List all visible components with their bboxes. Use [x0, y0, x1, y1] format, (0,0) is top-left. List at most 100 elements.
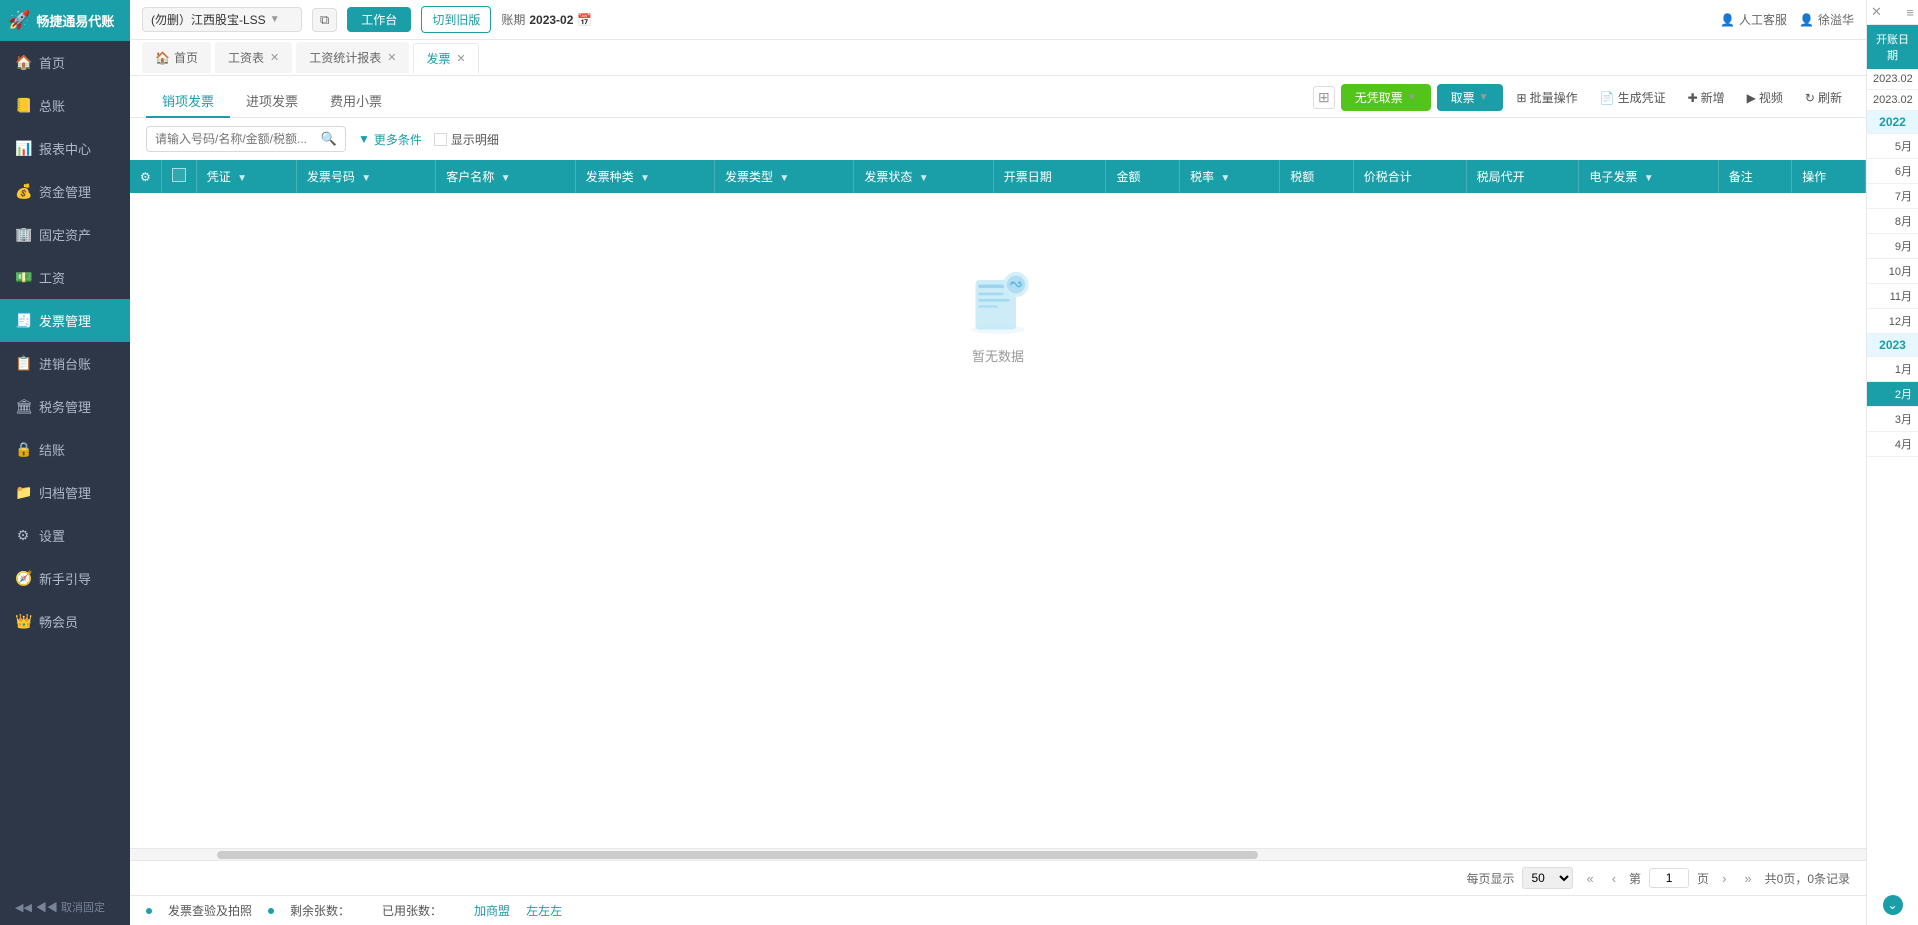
logo-text: 畅捷通易代账	[36, 11, 114, 30]
first-page-button[interactable]: «	[1581, 869, 1598, 888]
close-tab-salary-stats[interactable]: ✕	[387, 51, 396, 64]
tax-rate-filter-icon[interactable]: ▼	[1220, 173, 1230, 184]
no-invoice-button[interactable]: 无凭取票 ▼	[1341, 84, 1431, 111]
col-checkbox[interactable]	[161, 160, 196, 193]
header-right: 👤 人工客服 👤 徐溢华	[1720, 11, 1854, 28]
invoice-category-filter-icon[interactable]: ▼	[779, 173, 789, 184]
close-tab-salary-table[interactable]: ✕	[270, 51, 279, 64]
close-tab-invoices[interactable]: ✕	[456, 52, 465, 65]
sidebar-item-salary[interactable]: 💵 工资	[0, 256, 130, 299]
more-filter-button[interactable]: ▼ 更多条件	[358, 131, 422, 148]
tab-invoices[interactable]: 发票 ✕	[413, 43, 478, 74]
sidebar-item-label: 工资	[39, 268, 65, 287]
sidebar-item-sales[interactable]: 📋 进销台账	[0, 342, 130, 385]
right-panel-close-button[interactable]: ✕	[1871, 4, 1882, 20]
customer-filter-icon[interactable]: ▼	[501, 173, 511, 184]
sub-tab-sales-invoice[interactable]: 销项发票	[146, 85, 230, 118]
video-button[interactable]: ▶ 视频	[1739, 84, 1791, 111]
select-all-checkbox[interactable]	[172, 168, 186, 182]
sidebar-item-archive[interactable]: 📁 归档管理	[0, 471, 130, 514]
voucher-filter-icon[interactable]: ▼	[237, 173, 247, 184]
last-page-button[interactable]: »	[1739, 869, 1756, 888]
company-selector[interactable]: (勿删）江西股宝-LSS ▼	[142, 7, 302, 32]
prev-page-button[interactable]: ‹	[1607, 869, 1621, 888]
sidebar-item-member[interactable]: 👑 畅会员	[0, 600, 130, 643]
date-item-top-1[interactable]: 2023.02	[1867, 69, 1918, 90]
support-link[interactable]: 👤 人工客服	[1720, 11, 1787, 28]
year-2023-label: 2023	[1867, 334, 1918, 357]
month-10[interactable]: 10月	[1867, 259, 1918, 284]
sub-tab-purchase-invoice[interactable]: 进项发票	[230, 85, 314, 118]
blue-dot2	[268, 908, 274, 914]
horizontal-scrollbar[interactable]	[130, 848, 1866, 860]
new-button[interactable]: ✚ 新增	[1680, 84, 1733, 111]
user-profile[interactable]: 👤 徐溢华	[1799, 11, 1854, 28]
detail-checkbox[interactable]	[434, 133, 447, 146]
tab-home[interactable]: 🏠 首页	[142, 42, 211, 73]
month-11[interactable]: 11月	[1867, 284, 1918, 309]
guide-icon: 🧭	[15, 570, 31, 587]
month-2023-2[interactable]: 2月	[1867, 382, 1918, 407]
month-2023-3[interactable]: 3月	[1867, 407, 1918, 432]
col-settings[interactable]: ⚙	[130, 160, 161, 193]
month-6[interactable]: 6月	[1867, 159, 1918, 184]
month-12[interactable]: 12月	[1867, 309, 1918, 334]
page-size-select[interactable]: 20 50 100	[1522, 867, 1573, 889]
copy-button[interactable]: ⧉	[312, 8, 337, 32]
invoice-no-filter-icon[interactable]: ▼	[361, 173, 371, 184]
month-2023-4[interactable]: 4月	[1867, 432, 1918, 457]
invoice-status-filter-icon[interactable]: ▼	[919, 173, 929, 184]
sidebar-item-label: 归档管理	[39, 483, 91, 502]
date-item-top-2[interactable]: 2023.02	[1867, 90, 1918, 111]
scrollbar-thumb[interactable]	[217, 851, 1259, 859]
month-9[interactable]: 9月	[1867, 234, 1918, 259]
show-detail-checkbox[interactable]: 显示明细	[434, 131, 499, 148]
sub-tabs: 销项发票 进项发票 费用小票 ⊞ 无凭取票 ▼ 取票	[130, 76, 1866, 118]
switch-version-button[interactable]: 切到旧版	[421, 6, 491, 33]
unpin-sidebar[interactable]: ◀◀ ◀◀ 取消固定	[0, 889, 130, 925]
batch-op-button[interactable]: ⊞ 批量操作	[1509, 84, 1586, 111]
sidebar-item-guide[interactable]: 🧭 新手引导	[0, 557, 130, 600]
grid-view-icon[interactable]: ⊞	[1313, 86, 1335, 109]
take-invoice-button[interactable]: 取票 ▼	[1437, 84, 1503, 111]
right-panel-expand-button[interactable]: ≡	[1906, 5, 1914, 20]
sidebar-item-reports[interactable]: 📊 报表中心	[0, 127, 130, 170]
home-icon: 🏠	[15, 54, 31, 71]
expand-months-button[interactable]: ⌄	[1883, 895, 1903, 915]
logo[interactable]: 🚀 畅捷通易代账	[0, 0, 130, 41]
sidebar-item-funds[interactable]: 💰 资金管理	[0, 170, 130, 213]
column-settings-icon[interactable]: ⚙	[140, 170, 151, 184]
sidebar-item-home[interactable]: 🏠 首页	[0, 41, 130, 84]
tab-salary-table[interactable]: 工资表 ✕	[215, 42, 292, 73]
page-input[interactable]	[1649, 868, 1689, 888]
col-open-date: 开票日期	[993, 160, 1106, 193]
logo-icon: 🚀	[8, 10, 30, 31]
period-calendar-icon[interactable]: 📅	[577, 13, 592, 27]
month-7[interactable]: 7月	[1867, 184, 1918, 209]
sidebar-item-tax[interactable]: 🏛 税务管理	[0, 385, 130, 428]
left-link[interactable]: 左左左	[526, 902, 562, 919]
gen-voucher-button[interactable]: 📄 生成凭证	[1592, 84, 1674, 111]
open-period-label[interactable]: 开账日期	[1867, 25, 1918, 69]
join-link[interactable]: 加商盟	[474, 902, 510, 919]
sidebar-item-invoices[interactable]: 🧾 发票管理	[0, 299, 130, 342]
workbench-button[interactable]: 工作台	[347, 7, 411, 32]
sidebar-item-assets[interactable]: 🏢 固定资产	[0, 213, 130, 256]
next-page-button[interactable]: ›	[1717, 869, 1731, 888]
month-5[interactable]: 5月	[1867, 134, 1918, 159]
e-invoice-filter-icon[interactable]: ▼	[1644, 173, 1654, 184]
month-2023-1[interactable]: 1月	[1867, 357, 1918, 382]
header: (勿删）江西股宝-LSS ▼ ⧉ 工作台 切到旧版 账期 2023-02 📅 👤…	[130, 0, 1866, 40]
refresh-button[interactable]: ↻ 刷新	[1797, 84, 1850, 111]
sidebar-item-close[interactable]: 🔒 结账	[0, 428, 130, 471]
sub-tab-expense-receipt[interactable]: 费用小票	[314, 85, 398, 118]
search-icon[interactable]: 🔍	[321, 131, 337, 147]
sidebar-item-ledger[interactable]: 📒 总账	[0, 84, 130, 127]
sidebar-item-settings[interactable]: ⚙ 设置	[0, 514, 130, 557]
ledger-icon: 📒	[15, 97, 31, 114]
empty-illustration	[953, 253, 1043, 346]
month-8[interactable]: 8月	[1867, 209, 1918, 234]
tab-salary-stats[interactable]: 工资统计报表 ✕	[296, 42, 409, 73]
search-input[interactable]	[155, 132, 317, 146]
invoice-type-filter-icon[interactable]: ▼	[640, 173, 650, 184]
